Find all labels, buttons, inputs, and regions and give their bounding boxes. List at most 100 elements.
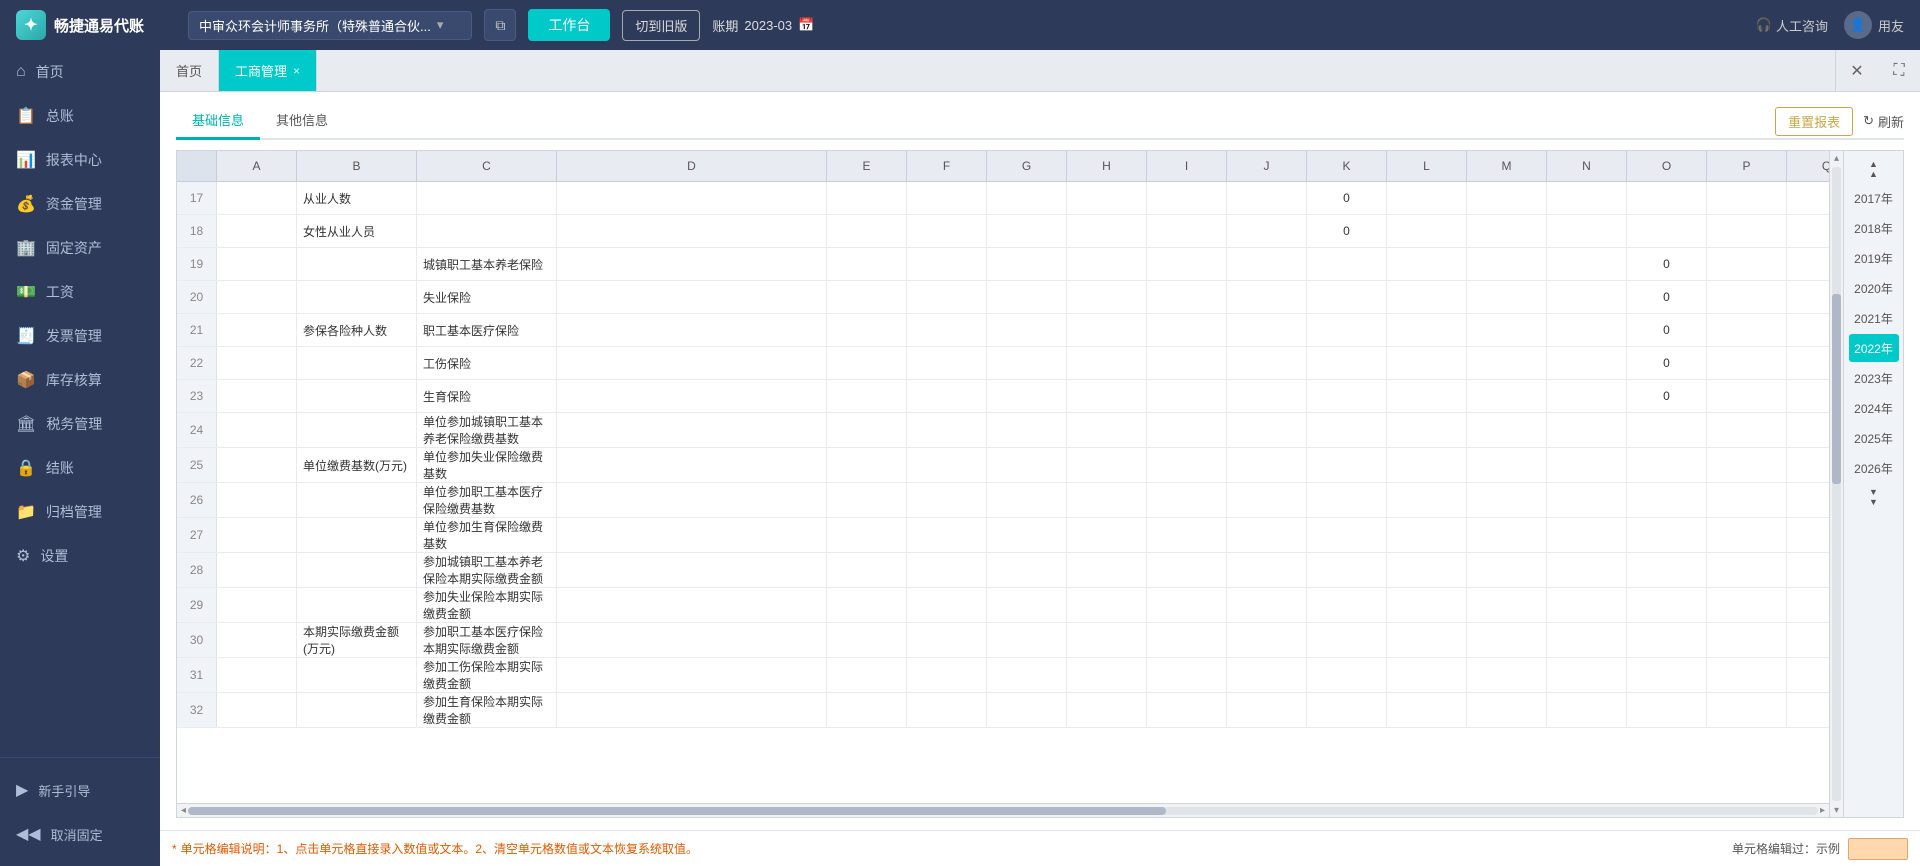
cell-18-G[interactable] <box>987 215 1067 247</box>
cell-30-D[interactable] <box>557 623 827 657</box>
cell-26-C[interactable]: 单位参加职工基本医疗保险缴费基数 <box>417 483 557 517</box>
cell-21-H[interactable] <box>1067 314 1147 346</box>
cell-25-F[interactable] <box>907 448 987 482</box>
cell-31-E[interactable] <box>827 658 907 692</box>
cell-28-D[interactable] <box>557 553 827 587</box>
cell-24-P[interactable] <box>1707 413 1787 447</box>
year-item-2023年[interactable]: 2023年 <box>1849 364 1899 392</box>
vertical-scrollbar[interactable]: ▴ ▾ <box>1829 151 1843 817</box>
cell-28-E[interactable] <box>827 553 907 587</box>
cell-25-H[interactable] <box>1067 448 1147 482</box>
cell-27-O[interactable] <box>1627 518 1707 552</box>
cell-18-L[interactable] <box>1387 215 1467 247</box>
tab-industrial-commerce[interactable]: 工商管理 × <box>219 50 317 91</box>
cell-26-J[interactable] <box>1227 483 1307 517</box>
cell-17-C[interactable] <box>417 182 557 214</box>
cell-18-K[interactable]: 0 <box>1307 215 1387 247</box>
cell-26-H[interactable] <box>1067 483 1147 517</box>
cell-21-P[interactable] <box>1707 314 1787 346</box>
cell-24-K[interactable] <box>1307 413 1387 447</box>
cell-30-B[interactable]: 本期实际缴费金额(万元) <box>297 623 417 657</box>
hscroll-thumb[interactable] <box>188 807 1166 815</box>
cell-27-H[interactable] <box>1067 518 1147 552</box>
sidebar-item-reports[interactable]: 📊报表中心 <box>0 138 160 182</box>
cell-26-D[interactable] <box>557 483 827 517</box>
cell-27-G[interactable] <box>987 518 1067 552</box>
cell-23-K[interactable] <box>1307 380 1387 412</box>
cell-27-K[interactable] <box>1307 518 1387 552</box>
cell-29-A[interactable] <box>217 588 297 622</box>
tab-home[interactable]: 首页 <box>160 50 219 91</box>
cell-21-N[interactable] <box>1547 314 1627 346</box>
support-button[interactable]: 🎧 人工咨询 <box>1756 16 1828 35</box>
cell-31-M[interactable] <box>1467 658 1547 692</box>
cell-24-J[interactable] <box>1227 413 1307 447</box>
cell-29-P[interactable] <box>1707 588 1787 622</box>
cell-19-B[interactable] <box>297 248 417 280</box>
cell-31-L[interactable] <box>1387 658 1467 692</box>
cell-19-J[interactable] <box>1227 248 1307 280</box>
cell-22-D[interactable] <box>557 347 827 379</box>
cell-29-E[interactable] <box>827 588 907 622</box>
cell-24-B[interactable] <box>297 413 417 447</box>
sidebar-item-ledger[interactable]: 📋总账 <box>0 94 160 138</box>
cell-23-Q[interactable] <box>1787 380 1829 412</box>
scroll-left-arrow[interactable]: ◂ <box>179 805 188 816</box>
cell-19-K[interactable] <box>1307 248 1387 280</box>
cell-22-I[interactable] <box>1147 347 1227 379</box>
cell-21-B[interactable]: 参保各险种人数 <box>297 314 417 346</box>
cell-22-O[interactable]: 0 <box>1627 347 1707 379</box>
sidebar-item-assets[interactable]: 🏢固定资产 <box>0 226 160 270</box>
cell-31-N[interactable] <box>1547 658 1627 692</box>
cell-25-K[interactable] <box>1307 448 1387 482</box>
cell-22-P[interactable] <box>1707 347 1787 379</box>
cell-21-E[interactable] <box>827 314 907 346</box>
year-item-2020年[interactable]: 2020年 <box>1849 274 1899 302</box>
cell-24-E[interactable] <box>827 413 907 447</box>
cell-30-H[interactable] <box>1067 623 1147 657</box>
cell-20-I[interactable] <box>1147 281 1227 313</box>
cell-22-F[interactable] <box>907 347 987 379</box>
cell-31-J[interactable] <box>1227 658 1307 692</box>
cell-26-M[interactable] <box>1467 483 1547 517</box>
cell-20-P[interactable] <box>1707 281 1787 313</box>
cell-17-N[interactable] <box>1547 182 1627 214</box>
cell-19-G[interactable] <box>987 248 1067 280</box>
cell-26-P[interactable] <box>1707 483 1787 517</box>
cell-30-M[interactable] <box>1467 623 1547 657</box>
cell-31-C[interactable]: 参加工伤保险本期实际缴费金额 <box>417 658 557 692</box>
cell-26-N[interactable] <box>1547 483 1627 517</box>
cell-31-B[interactable] <box>297 658 417 692</box>
cell-19-F[interactable] <box>907 248 987 280</box>
cell-19-M[interactable] <box>1467 248 1547 280</box>
cell-32-N[interactable] <box>1547 693 1627 727</box>
cell-17-Q[interactable] <box>1787 182 1829 214</box>
cell-25-L[interactable] <box>1387 448 1467 482</box>
cell-23-M[interactable] <box>1467 380 1547 412</box>
year-scroll-down[interactable]: ▼▼ <box>1854 485 1894 509</box>
sidebar-item-wages[interactable]: 💵工资 <box>0 270 160 314</box>
cell-27-I[interactable] <box>1147 518 1227 552</box>
switch-version-button[interactable]: 切到旧版 <box>622 10 700 41</box>
cell-28-H[interactable] <box>1067 553 1147 587</box>
cell-30-F[interactable] <box>907 623 987 657</box>
cell-21-O[interactable]: 0 <box>1627 314 1707 346</box>
cell-23-A[interactable] <box>217 380 297 412</box>
cell-29-C[interactable]: 参加失业保险本期实际缴费金额 <box>417 588 557 622</box>
cell-19-Q[interactable] <box>1787 248 1829 280</box>
cell-23-O[interactable]: 0 <box>1627 380 1707 412</box>
cell-17-A[interactable] <box>217 182 297 214</box>
cell-25-C[interactable]: 单位参加失业保险缴费基数 <box>417 448 557 482</box>
cell-19-N[interactable] <box>1547 248 1627 280</box>
cell-28-P[interactable] <box>1707 553 1787 587</box>
cell-21-D[interactable] <box>557 314 827 346</box>
company-selector[interactable]: 中审众环会计师事务所（特殊普通合伙... ▾ <box>188 11 472 40</box>
sidebar-item-invoices[interactable]: 🧾发票管理 <box>0 314 160 358</box>
sidebar-item-inventory[interactable]: 📦库存核算 <box>0 358 160 402</box>
cell-17-G[interactable] <box>987 182 1067 214</box>
cell-19-I[interactable] <box>1147 248 1227 280</box>
cell-22-L[interactable] <box>1387 347 1467 379</box>
scroll-down-arrow[interactable]: ▾ <box>1830 803 1843 817</box>
cell-25-E[interactable] <box>827 448 907 482</box>
cell-28-B[interactable] <box>297 553 417 587</box>
